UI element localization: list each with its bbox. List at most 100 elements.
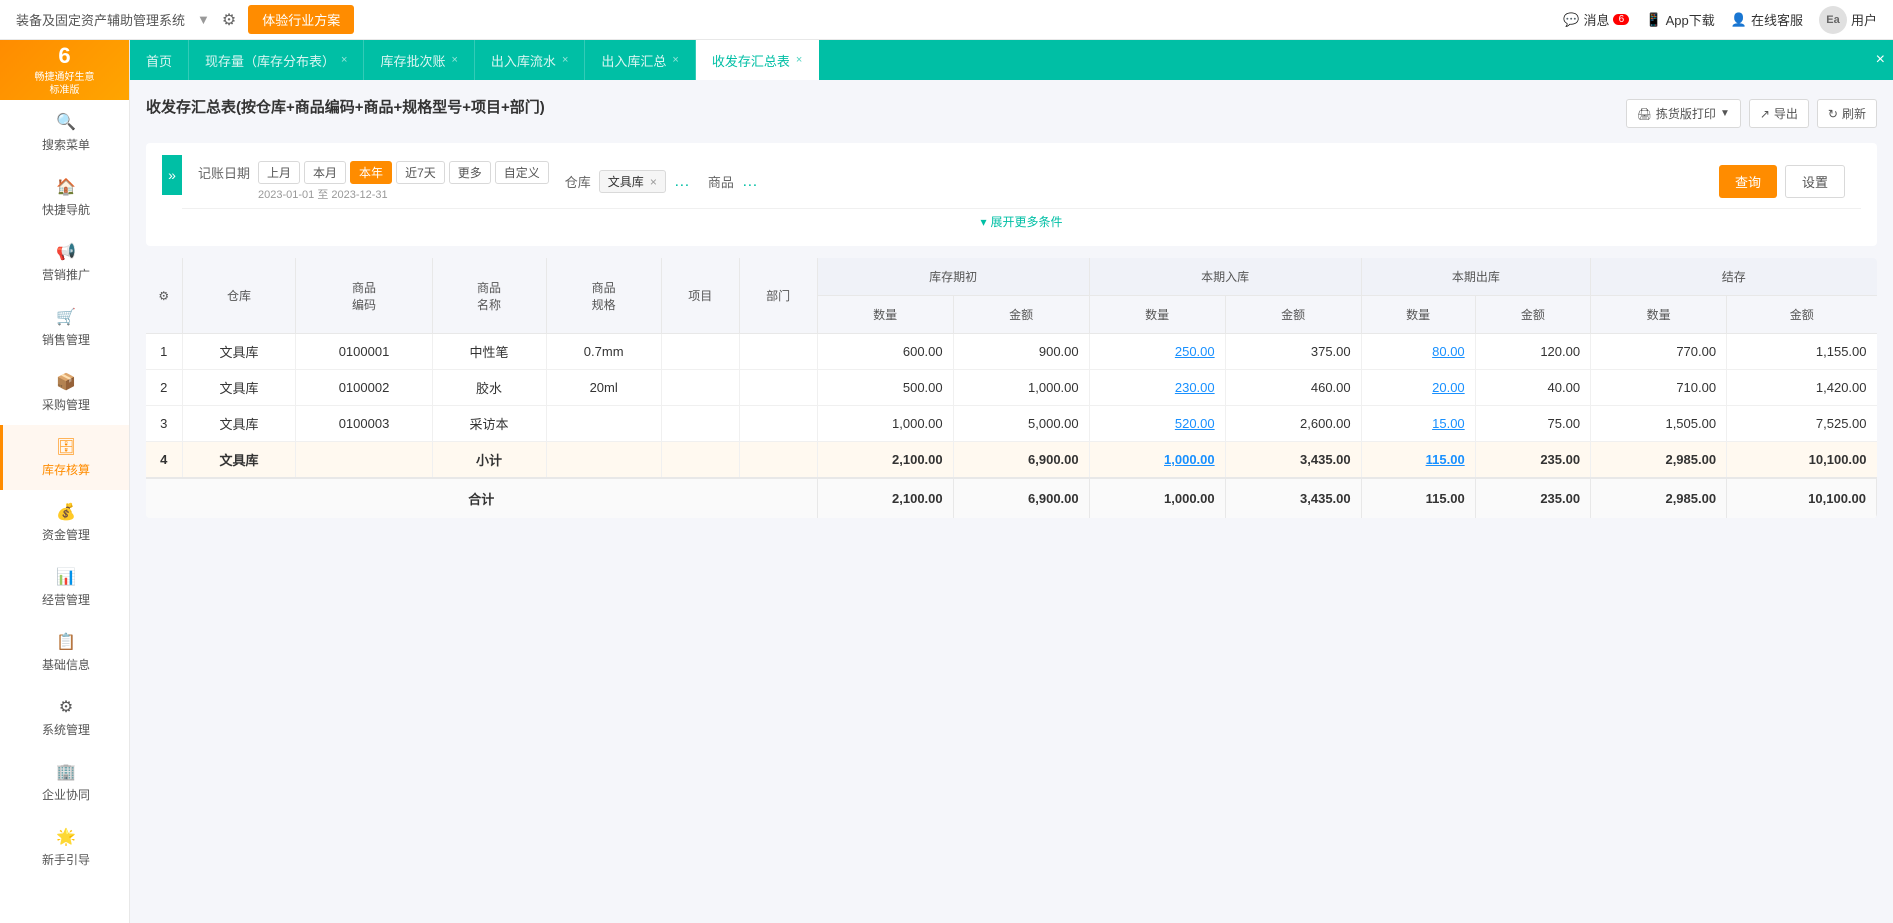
sidebar-item-search[interactable]: 🔍 搜索菜单 bbox=[0, 100, 129, 165]
td-open-qty-3: 1,000.00 bbox=[817, 406, 953, 442]
user-avatar[interactable]: Ea 用户 bbox=[1819, 6, 1877, 34]
table-row: 2 文具库 0100002 胶水 20ml 500.00 1,000.00 23… bbox=[146, 370, 1877, 406]
td-out-qty-2[interactable]: 20.00 bbox=[1361, 370, 1475, 406]
td-out-qty-3[interactable]: 15.00 bbox=[1361, 406, 1475, 442]
setting-btn[interactable]: 设置 bbox=[1785, 165, 1845, 198]
td-in-qty-3[interactable]: 520.00 bbox=[1089, 406, 1225, 442]
th-settings[interactable]: ⚙ bbox=[146, 258, 182, 334]
th-close-qty: 数量 bbox=[1591, 296, 1727, 334]
tab-recv-send-close[interactable]: × bbox=[796, 54, 802, 66]
sidebar-item-purchase[interactable]: 📦 采购管理 bbox=[0, 360, 129, 425]
tab-in-out-summary-close[interactable]: × bbox=[672, 54, 678, 66]
td-close-qty-sub: 2,985.00 bbox=[1591, 442, 1727, 479]
goods-dots[interactable]: … bbox=[742, 173, 760, 191]
td-out-qty-1[interactable]: 80.00 bbox=[1361, 334, 1475, 370]
filter-expand-btn[interactable]: » bbox=[162, 155, 182, 195]
print-dropdown-icon: ▼ bbox=[1720, 108, 1730, 119]
td-close-qty-2: 710.00 bbox=[1591, 370, 1727, 406]
tab-batch[interactable]: 库存批次账 × bbox=[364, 40, 474, 80]
sidebar-item-marketing[interactable]: 📢 营销推广 bbox=[0, 230, 129, 295]
sidebar-item-finance[interactable]: 💰 资金管理 bbox=[0, 490, 129, 555]
tab-inventory-dist-close[interactable]: × bbox=[341, 54, 347, 66]
tab-home-label: 首页 bbox=[146, 51, 172, 70]
expand-icon: ▾ bbox=[980, 215, 986, 229]
tab-inventory-dist-label: 现存量（库存分布表） bbox=[205, 51, 335, 70]
filter-top-row: 记账日期 上月 本月 本年 近7天 更多 自定义 bbox=[182, 155, 1861, 208]
sidebar-item-guide[interactable]: 🌟 新手引导 bbox=[0, 815, 129, 880]
tab-recv-send-summary[interactable]: 收发存汇总表 × bbox=[696, 40, 819, 80]
td-dept-2 bbox=[739, 370, 817, 406]
app-download-btn[interactable]: 📱 App下载 bbox=[1645, 10, 1714, 29]
user-label: 用户 bbox=[1851, 10, 1877, 29]
date-btn-last-month[interactable]: 上月 bbox=[258, 161, 300, 184]
date-btn-this-year[interactable]: 本年 bbox=[350, 161, 392, 184]
sidebar-label-enterprise: 企业协同 bbox=[42, 786, 90, 803]
table-row: 1 文具库 0100001 中性笔 0.7mm 600.00 900.00 25… bbox=[146, 334, 1877, 370]
sidebar-item-system[interactable]: ⚙ 系统管理 bbox=[0, 685, 129, 750]
table-body: 1 文具库 0100001 中性笔 0.7mm 600.00 900.00 25… bbox=[146, 334, 1877, 479]
avatar-text: Ea bbox=[1819, 6, 1847, 34]
date-btn-more[interactable]: 更多 bbox=[449, 161, 491, 184]
topbar-dropdown-icon[interactable]: ▼ bbox=[197, 12, 210, 27]
notifications-btn[interactable]: 💬 消息 6 bbox=[1563, 10, 1629, 29]
settings-gear-btn[interactable]: ⚙ bbox=[222, 10, 236, 30]
date-label: 记账日期 bbox=[198, 163, 250, 182]
refresh-icon: ↻ bbox=[1828, 107, 1838, 121]
td-project-3 bbox=[661, 406, 739, 442]
query-btn[interactable]: 查询 bbox=[1719, 165, 1777, 198]
td-open-amt-2: 1,000.00 bbox=[953, 370, 1089, 406]
tab-in-out-flow[interactable]: 出入库流水 × bbox=[475, 40, 585, 80]
export-icon: ↗ bbox=[1760, 107, 1770, 121]
topbar-right: 💬 消息 6 📱 App下载 👤 在线客服 Ea 用户 bbox=[1563, 6, 1877, 34]
tab-in-out-summary-label: 出入库汇总 bbox=[601, 51, 666, 70]
tab-bar-close[interactable]: × bbox=[1876, 51, 1893, 69]
td-in-amt-2: 460.00 bbox=[1225, 370, 1361, 406]
tab-inventory-dist[interactable]: 现存量（库存分布表） × bbox=[189, 40, 364, 80]
sidebar-item-enterprise[interactable]: 🏢 企业协同 bbox=[0, 750, 129, 815]
td-num-1: 1 bbox=[146, 334, 182, 370]
sidebar-item-quick-nav[interactable]: 🏠 快捷导航 bbox=[0, 165, 129, 230]
tab-in-out-summary[interactable]: 出入库汇总 × bbox=[585, 40, 695, 80]
th-in-group: 本期入库 bbox=[1089, 258, 1361, 296]
page-content: 收发存汇总表(按仓库+商品编码+商品+规格型号+项目+部门) 🖨 拣货版打印 ▼… bbox=[130, 80, 1893, 923]
td-in-amt-1: 375.00 bbox=[1225, 334, 1361, 370]
td-num-3: 3 bbox=[146, 406, 182, 442]
td-name-1: 中性笔 bbox=[432, 334, 546, 370]
warehouse-tag-remove[interactable]: × bbox=[650, 175, 657, 189]
topbar-left: 装备及固定资产辅助管理系统 ▼ ⚙ 体验行业方案 bbox=[16, 5, 354, 34]
summary-table: ⚙ 仓库 商品编码 商品名称 商品规格 项目 部门 库存期初 本期入库 本期出库 bbox=[146, 258, 1877, 518]
table-row: 3 文具库 0100003 采访本 1,000.00 5,000.00 520.… bbox=[146, 406, 1877, 442]
page-title: 收发存汇总表(按仓库+商品编码+商品+规格型号+项目+部门) bbox=[146, 96, 545, 117]
td-in-qty-sub[interactable]: 1,000.00 bbox=[1089, 442, 1225, 479]
refresh-btn[interactable]: ↻ 刷新 bbox=[1817, 99, 1877, 128]
td-close-qty-1: 770.00 bbox=[1591, 334, 1727, 370]
sidebar-item-basic-info[interactable]: 📋 基础信息 bbox=[0, 620, 129, 685]
online-service-label: 在线客服 bbox=[1751, 10, 1803, 29]
date-shortcuts: 上月 本月 本年 近7天 更多 自定义 bbox=[258, 161, 549, 184]
query-actions: 查询 设置 bbox=[1719, 165, 1845, 198]
tab-home[interactable]: 首页 bbox=[130, 40, 189, 80]
date-btn-custom[interactable]: 自定义 bbox=[495, 161, 549, 184]
print-btn[interactable]: 🖨 拣货版打印 ▼ bbox=[1626, 99, 1741, 128]
td-out-qty-sub[interactable]: 115.00 bbox=[1361, 442, 1475, 479]
tab-in-out-flow-close[interactable]: × bbox=[562, 54, 568, 66]
experience-btn[interactable]: 体验行业方案 bbox=[248, 5, 354, 34]
td-close-amt-2: 1,420.00 bbox=[1727, 370, 1877, 406]
expand-conditions-btn[interactable]: ▾ 展开更多条件 bbox=[980, 213, 1062, 230]
date-btn-this-month[interactable]: 本月 bbox=[304, 161, 346, 184]
warehouse-dots[interactable]: … bbox=[674, 173, 692, 191]
sidebar-item-operation[interactable]: 📊 经营管理 bbox=[0, 555, 129, 620]
td-in-qty-1[interactable]: 250.00 bbox=[1089, 334, 1225, 370]
export-btn[interactable]: ↗ 导出 bbox=[1749, 99, 1809, 128]
td-open-amt-3: 5,000.00 bbox=[953, 406, 1089, 442]
td-in-qty-2[interactable]: 230.00 bbox=[1089, 370, 1225, 406]
sidebar-label-guide: 新手引导 bbox=[42, 851, 90, 868]
date-btn-7days[interactable]: 近7天 bbox=[396, 161, 445, 184]
online-service-btn[interactable]: 👤 在线客服 bbox=[1731, 10, 1803, 29]
tab-batch-close[interactable]: × bbox=[451, 54, 457, 66]
sidebar-item-sales[interactable]: 🛒 销售管理 bbox=[0, 295, 129, 360]
sidebar-item-inventory[interactable]: 🗄 库存核算 bbox=[0, 425, 129, 490]
sidebar-label-search: 搜索菜单 bbox=[42, 136, 90, 153]
date-filter-row: 记账日期 上月 本月 本年 近7天 更多 自定义 bbox=[198, 161, 549, 184]
marketing-icon: 📢 bbox=[56, 242, 76, 262]
